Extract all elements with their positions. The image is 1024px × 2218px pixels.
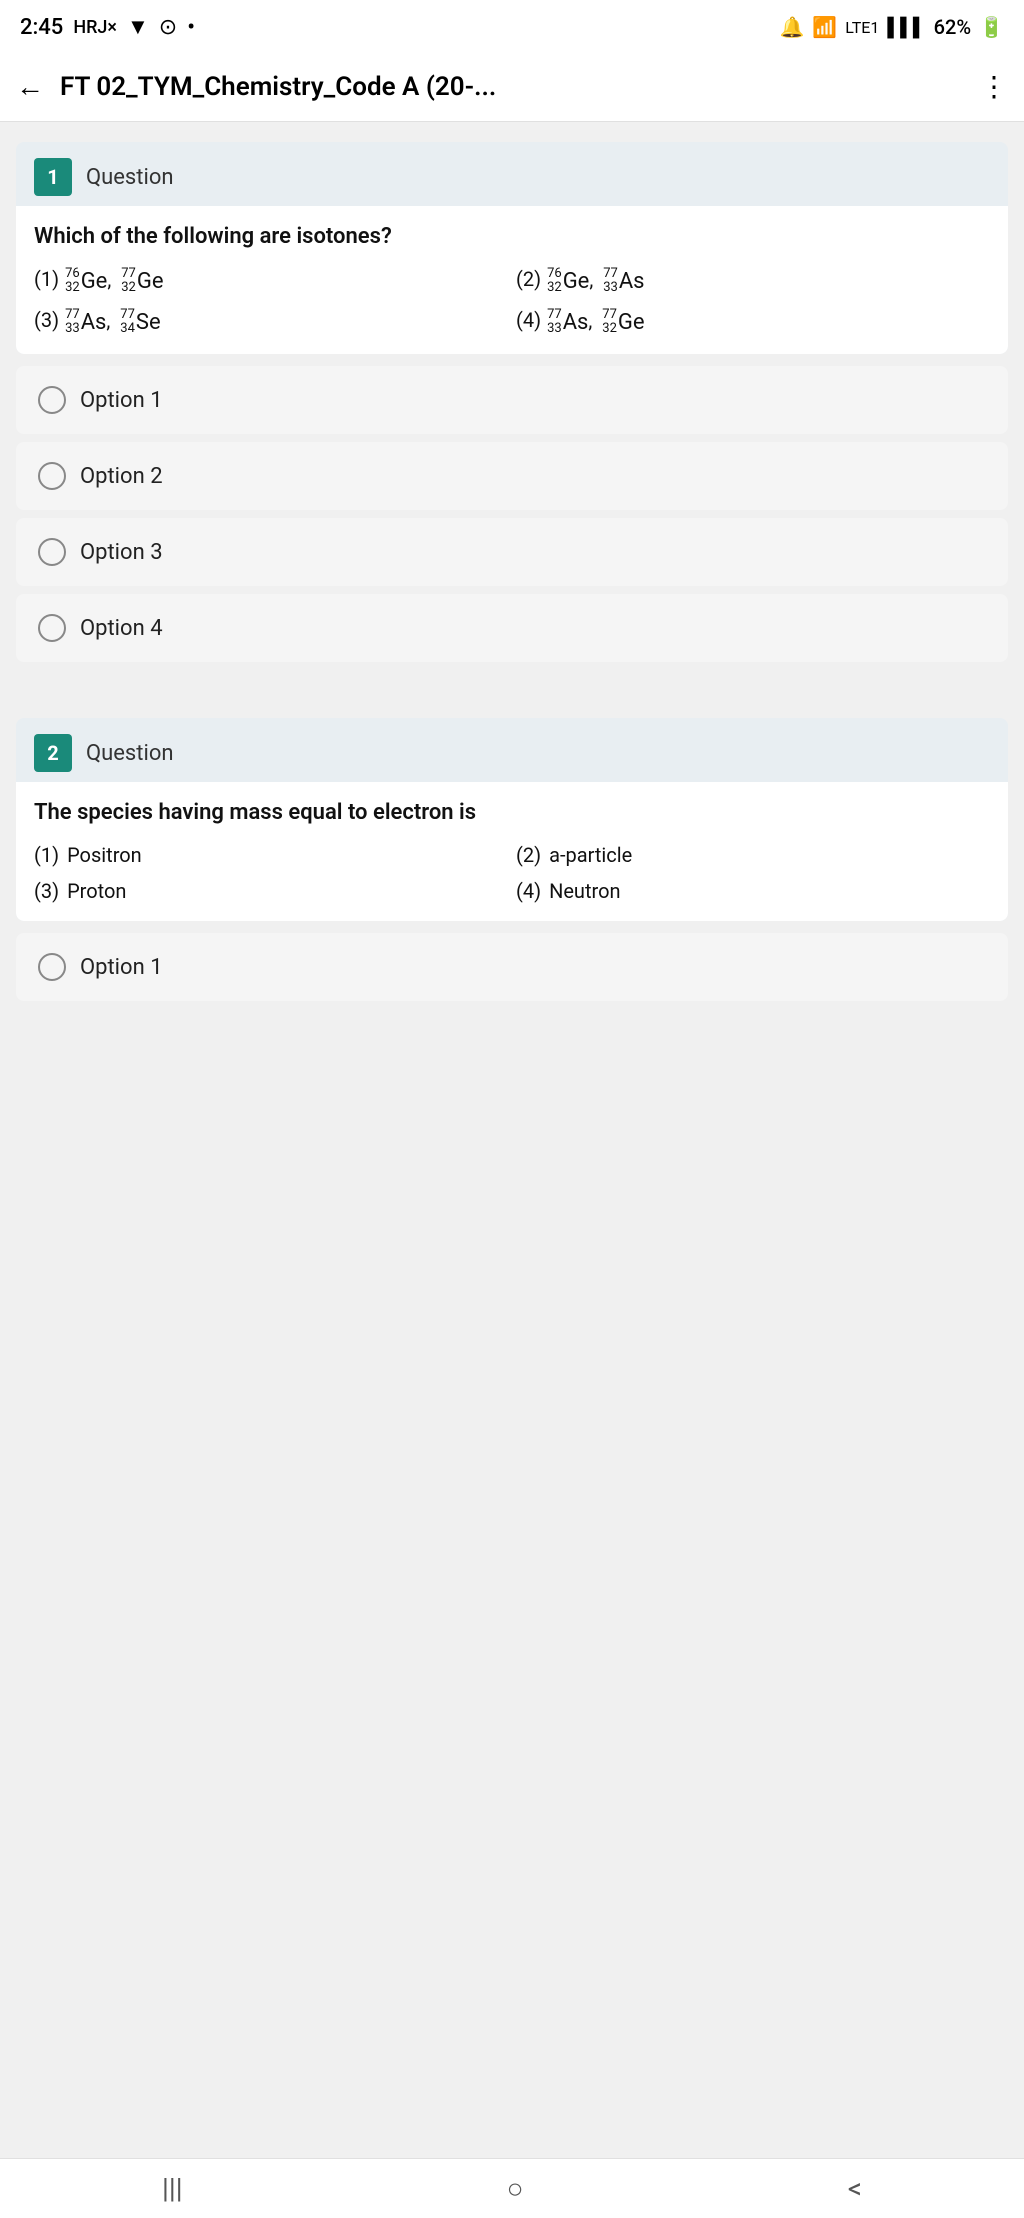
q1-radio-1: [38, 386, 66, 414]
chemistry-options-grid-1: (1) 7632Ge , 7732Ge (2): [34, 267, 990, 336]
q2-choice-3: (3) Proton: [34, 879, 508, 903]
question-body-1: Which of the following are isotones? (1)…: [16, 206, 1008, 354]
time-display: 2:45: [20, 15, 63, 40]
nav-bar: ||| ○ <: [0, 2158, 1024, 2218]
question-text-2: The species having mass equal to electro…: [34, 800, 990, 825]
alarm-icon: 🔔: [779, 15, 804, 39]
battery-percent: 62%: [934, 15, 971, 39]
status-right: 🔔 📶 LTE1 ▌▌▌ 62% 🔋: [779, 15, 1004, 39]
q1-answer-option-3[interactable]: Option 3: [16, 518, 1008, 586]
q2-choice-3-num: (3): [34, 879, 59, 903]
spacer-2: [16, 694, 1008, 718]
question-header-2: 2 Question: [16, 718, 1008, 782]
question-label-1: Question: [86, 165, 174, 190]
battery-icon: 🔋: [979, 15, 1004, 39]
question-text-1: Which of the following are isotones?: [34, 224, 990, 249]
q2-choices-grid: (1) Positron (2) a-particle (3) Proton (…: [34, 843, 990, 903]
question-card-1: 1 Question Which of the following are is…: [16, 142, 1008, 354]
main-content: 1 Question Which of the following are is…: [0, 122, 1024, 2158]
q1-answer-option-2[interactable]: Option 2: [16, 442, 1008, 510]
nav-menu-button[interactable]: |||: [162, 2172, 183, 2205]
question-number-badge-2: 2: [34, 734, 72, 772]
app-title: FT 02_TYM_Chemistry_Code A (20-...: [60, 72, 980, 102]
q1-radio-2: [38, 462, 66, 490]
q2-choice-2-text: a-particle: [549, 843, 632, 867]
question-card-2: 2 Question The species having mass equal…: [16, 718, 1008, 921]
q2-answer-option-1[interactable]: Option 1: [16, 933, 1008, 1001]
wifi-icon: 📶: [812, 15, 837, 39]
q2-choice-4-text: Neutron: [549, 879, 620, 903]
status-bar: 2:45 HRJ× ▼ ⊙ • 🔔 📶 LTE1 ▌▌▌ 62% 🔋: [0, 0, 1024, 52]
chem-option-1: (1) 7632Ge , 7732Ge: [34, 267, 508, 296]
nav-back-button[interactable]: <: [848, 2172, 862, 2205]
q2-choice-2: (2) a-particle: [516, 843, 990, 867]
chem-option-2: (2) 7632Ge , 7733As: [516, 267, 990, 296]
nav-home-button[interactable]: ○: [507, 2172, 524, 2205]
q2-choice-1: (1) Positron: [34, 843, 508, 867]
chem-option-3: (3) 7733As , 7734Se: [34, 308, 508, 337]
q2-choice-4-num: (4): [516, 879, 541, 903]
hotspot-icon: ▼: [127, 14, 149, 40]
q2-choice-3-text: Proton: [67, 879, 126, 903]
q1-radio-3: [38, 538, 66, 566]
dot-icon: •: [187, 15, 195, 40]
q1-option-2-label: Option 2: [80, 464, 163, 489]
question-body-2: The species having mass equal to electro…: [16, 782, 1008, 921]
q1-answer-option-1[interactable]: Option 1: [16, 366, 1008, 434]
q1-radio-4: [38, 614, 66, 642]
q2-choice-1-text: Positron: [67, 843, 142, 867]
q1-option-4-label: Option 4: [80, 616, 163, 641]
bottom-spacer: [16, 1009, 1008, 1309]
back-button[interactable]: ←: [16, 70, 44, 103]
q2-choice-4: (4) Neutron: [516, 879, 990, 903]
spacer-1: [16, 670, 1008, 694]
more-options-button[interactable]: ⋮: [980, 70, 1008, 103]
question-header-1: 1 Question: [16, 142, 1008, 206]
network-icon: HRJ×: [73, 17, 117, 38]
status-left: 2:45 HRJ× ▼ ⊙ •: [20, 14, 195, 40]
whatsapp-icon: ⊙: [159, 15, 177, 40]
question-number-badge-1: 1: [34, 158, 72, 196]
app-bar: ← FT 02_TYM_Chemistry_Code A (20-... ⋮: [0, 52, 1024, 122]
q1-option-3-label: Option 3: [80, 540, 163, 565]
question-label-2: Question: [86, 741, 174, 766]
q1-answer-option-4[interactable]: Option 4: [16, 594, 1008, 662]
q1-option-1-label: Option 1: [80, 388, 163, 413]
signal-bars: ▌▌▌: [887, 17, 925, 38]
q2-radio-1: [38, 953, 66, 981]
q2-option-1-label: Option 1: [80, 955, 163, 980]
chem-option-4: (4) 7733As , 7732Ge: [516, 308, 990, 337]
q2-choice-1-num: (1): [34, 843, 59, 867]
q2-choice-2-num: (2): [516, 843, 541, 867]
lte-icon: LTE1: [845, 18, 879, 37]
